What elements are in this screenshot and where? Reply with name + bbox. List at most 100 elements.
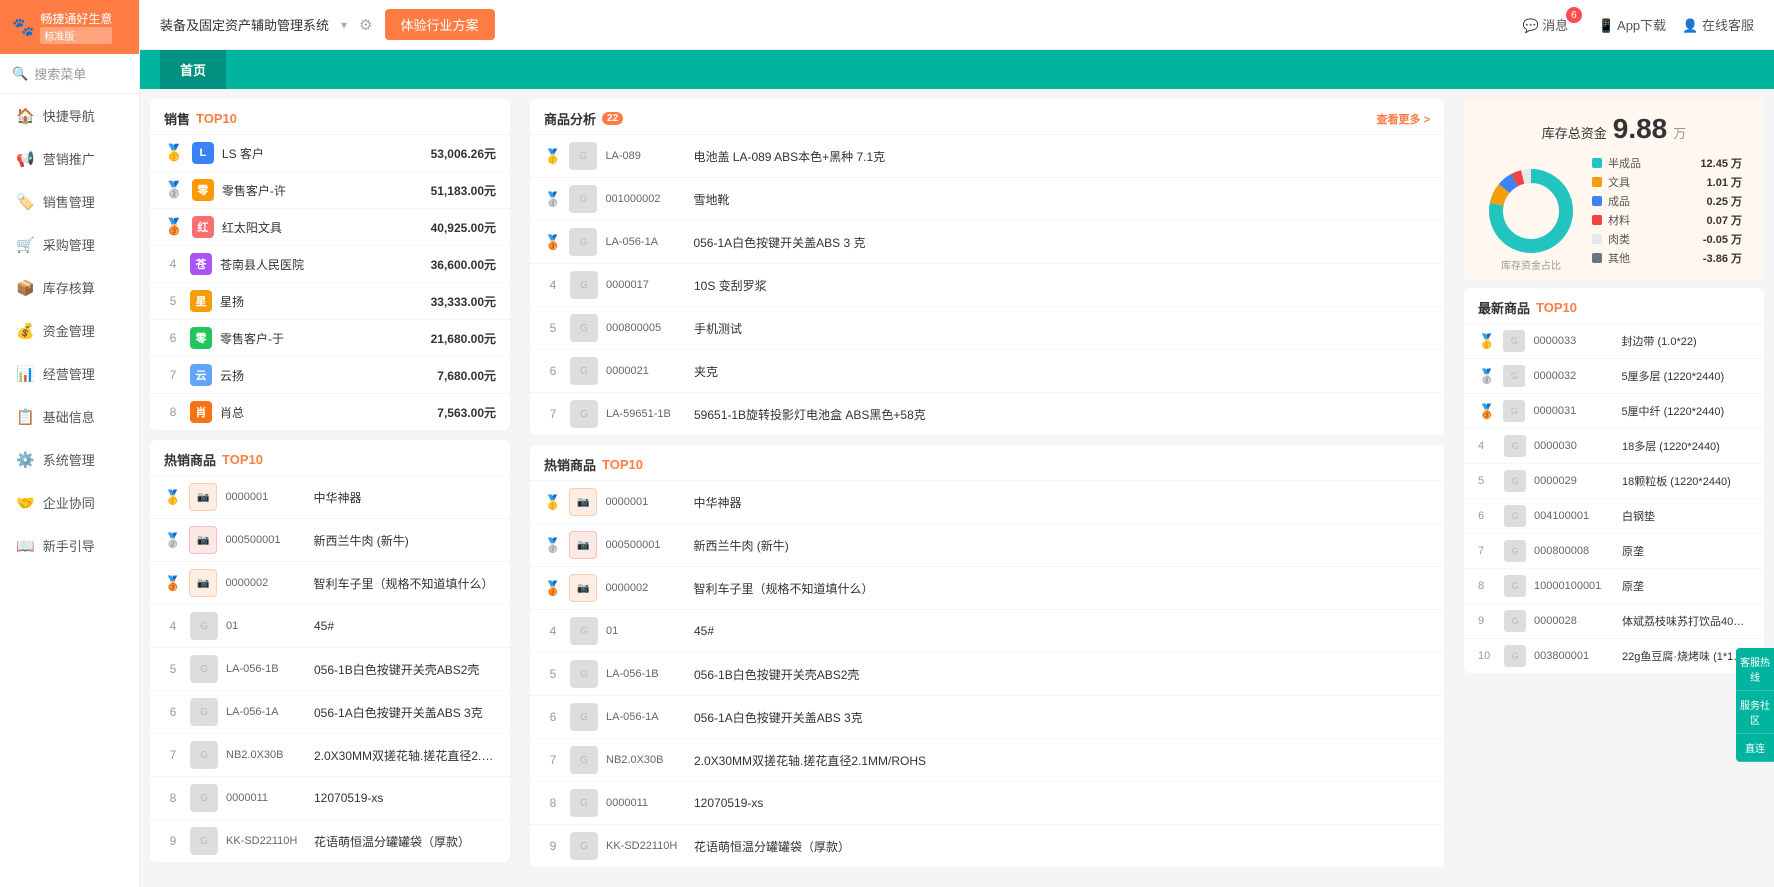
app-download[interactable]: 📱 App下载 (1598, 15, 1666, 34)
sidebar-item-cooperation[interactable]: 🤝 企业协同 (0, 481, 139, 524)
new-product-placeholder: G (1504, 435, 1526, 457)
product-name: 花语萌恒温分罐罐袋（厚款） (314, 833, 496, 850)
new-product-name: 白钢垫 (1622, 508, 1750, 524)
product-code: LA-056-1B (226, 663, 306, 675)
new-product-name: 原垄 (1622, 578, 1750, 594)
rank-value: 53,006.26元 (431, 145, 496, 162)
legend-dot (1592, 158, 1602, 168)
product-name: 056-1B白色按键开关壳ABS2壳 (694, 666, 1430, 683)
legend-item: 半成品 12.45 万 (1592, 155, 1742, 171)
rank-value: 40,925.00元 (431, 219, 496, 236)
product-analysis-title: 商品分析 22 查看更多 > (530, 99, 1444, 134)
more-link[interactable]: 查看更多 > (1377, 111, 1430, 127)
message-area[interactable]: 💬 消息 6 (1522, 15, 1581, 34)
legend-name: 文具 (1608, 174, 1701, 190)
product-code: LA-056-1A (605, 236, 685, 248)
product-placeholder: G (570, 357, 598, 385)
hot-products-top-label: TOP10 (222, 452, 263, 467)
sidebar-item-quick-nav[interactable]: 🏠 快捷导航 (0, 94, 139, 137)
new-product-code: 0000030 (1534, 440, 1614, 452)
legend-value: 12.45 万 (1700, 155, 1742, 171)
sidebar-item-sales[interactable]: 🏷️ 销售管理 (0, 180, 139, 223)
hot-products-card: 热销商品 TOP10 🥇 📷 0000001 中华神器 🥈 📷 00050000… (150, 440, 510, 862)
new-product-name: 18颗粒板 (1220*2440) (1622, 473, 1750, 489)
rank-name: 云扬 (220, 367, 429, 384)
legend-name: 半成品 (1608, 155, 1694, 171)
product-name: 新西兰牛肉 (新牛) (693, 537, 1430, 554)
product-code: 0000017 (606, 279, 686, 291)
tab-home[interactable]: 首页 (160, 50, 226, 89)
rank-number: 6 (164, 705, 182, 719)
settings-icon[interactable]: ⚙ (359, 16, 372, 34)
hot-product-row: 7 G NB2.0X30B 2.0X30MM双搓花轴.搓花直径2.1MM/ROH… (530, 738, 1444, 781)
direct-btn[interactable]: 直连 (1736, 734, 1774, 762)
rank-number: 9 (544, 839, 562, 853)
sidebar-item-label: 采购管理 (43, 235, 95, 254)
recent-product-row: 7 G LA-59651-1B 59651-1B旋转投影灯电池盒 ABS黑色+5… (530, 392, 1444, 435)
main-area: 装备及固定资产辅助管理系统 ▾ ⚙ 体验行业方案 💬 消息 6 📱 App下载 … (140, 0, 1774, 887)
rank-number: 8 (164, 405, 182, 419)
new-product-code: 0000032 (1533, 370, 1613, 382)
product-name: 雪地靴 (693, 191, 1430, 208)
search-menu[interactable]: 🔍 搜索菜单 (0, 54, 139, 94)
donut-chart: 库存资金占比 (1486, 166, 1576, 256)
sidebar-item-basic-info[interactable]: 📋 基础信息 (0, 395, 139, 438)
medal-icon: 🥈 (544, 191, 561, 208)
sidebar-item-marketing[interactable]: 📢 营销推广 (0, 137, 139, 180)
rank-number: 8 (1478, 580, 1496, 592)
medal-icon: 🥇 (164, 489, 181, 506)
hot-product-row: 5 G LA-056-1B 056-1B白色按键开关壳ABS2壳 (150, 647, 510, 690)
online-service[interactable]: 👤 在线客服 (1682, 15, 1754, 34)
rank-number: 5 (164, 662, 182, 676)
logo-icon: 🐾 (12, 17, 34, 38)
legend-value: 0.25 万 (1707, 193, 1742, 209)
hot-product-row: 🥇 📷 0000001 中华神器 (150, 475, 510, 518)
customer-service-btn[interactable]: 客服热线 (1736, 648, 1774, 691)
sidebar-item-label: 系统管理 (43, 450, 95, 469)
sidebar-item-purchase[interactable]: 🛒 采购管理 (0, 223, 139, 266)
service-community-btn[interactable]: 服务社区 (1736, 691, 1774, 734)
hot-product-row: 4 G 01 45# (530, 609, 1444, 652)
hot-product-row: 9 G KK-SD22110H 花语萌恒温分罐罐袋（厚款） (530, 824, 1444, 867)
product-placeholder: G (569, 228, 597, 256)
rank-avatar: 肖 (190, 401, 212, 423)
customer-top-label: TOP10 (196, 111, 237, 126)
medal-icon: 🥈 (1478, 368, 1495, 385)
sidebar-item-guide[interactable]: 📖 新手引导 (0, 524, 139, 567)
legend-item: 其他 -3.86 万 (1592, 250, 1742, 266)
product-image: 📷 (189, 483, 217, 511)
new-product-row: 🥈 G 0000032 5厘多层 (1220*2440) (1464, 358, 1764, 393)
nav-tabs: 首页 (140, 50, 1774, 89)
product-placeholder: G (570, 746, 598, 774)
new-product-code: 004100001 (1534, 510, 1614, 522)
new-product-code: 003800001 (1534, 650, 1614, 662)
product-name: 夹克 (694, 363, 1430, 380)
sidebar-item-inventory[interactable]: 📦 库存核算 (0, 266, 139, 309)
legend-item: 成品 0.25 万 (1592, 193, 1742, 209)
hot-products-mid-card: 热销商品 TOP10 🥇 📷 0000001 中华神器 🥈 📷 00050000… (530, 445, 1444, 867)
product-name: 10S 变刮罗浆 (694, 277, 1430, 294)
search-icon: 🔍 (12, 66, 28, 82)
product-code: KK-SD22110H (606, 840, 686, 852)
new-product-code: 10000100001 (1534, 580, 1614, 592)
legend-name: 成品 (1608, 193, 1701, 209)
rank-number: 9 (164, 834, 182, 848)
sidebar-item-finance[interactable]: 💰 资金管理 (0, 309, 139, 352)
trial-button[interactable]: 体验行业方案 (385, 9, 495, 40)
new-product-code: 0000029 (1534, 475, 1614, 487)
rank-number: 10 (1478, 650, 1496, 662)
rank-value: 33,333.00元 (431, 293, 496, 310)
recent-product-row: 5 G 000800005 手机测试 (530, 306, 1444, 349)
system-title: 装备及固定资产辅助管理系统 (160, 15, 329, 34)
sidebar-item-system[interactable]: ⚙️ 系统管理 (0, 438, 139, 481)
product-code: LA-089 (605, 150, 685, 162)
medal-icon: 🥉 (1478, 403, 1495, 420)
legend-name: 肉类 (1608, 231, 1697, 247)
sidebar-nav: 🏠 快捷导航 📢 营销推广 🏷️ 销售管理 🛒 采购管理 📦 库存核算 💰 资金… (0, 94, 139, 887)
sidebar-item-label: 基础信息 (43, 407, 95, 426)
product-name: 智利车子里（规格不知道填什么） (313, 575, 496, 592)
rank-number: 7 (544, 407, 562, 421)
new-product-placeholder: G (1504, 575, 1526, 597)
sidebar-item-operation[interactable]: 📊 经营管理 (0, 352, 139, 395)
marketing-icon: 📢 (16, 150, 35, 168)
